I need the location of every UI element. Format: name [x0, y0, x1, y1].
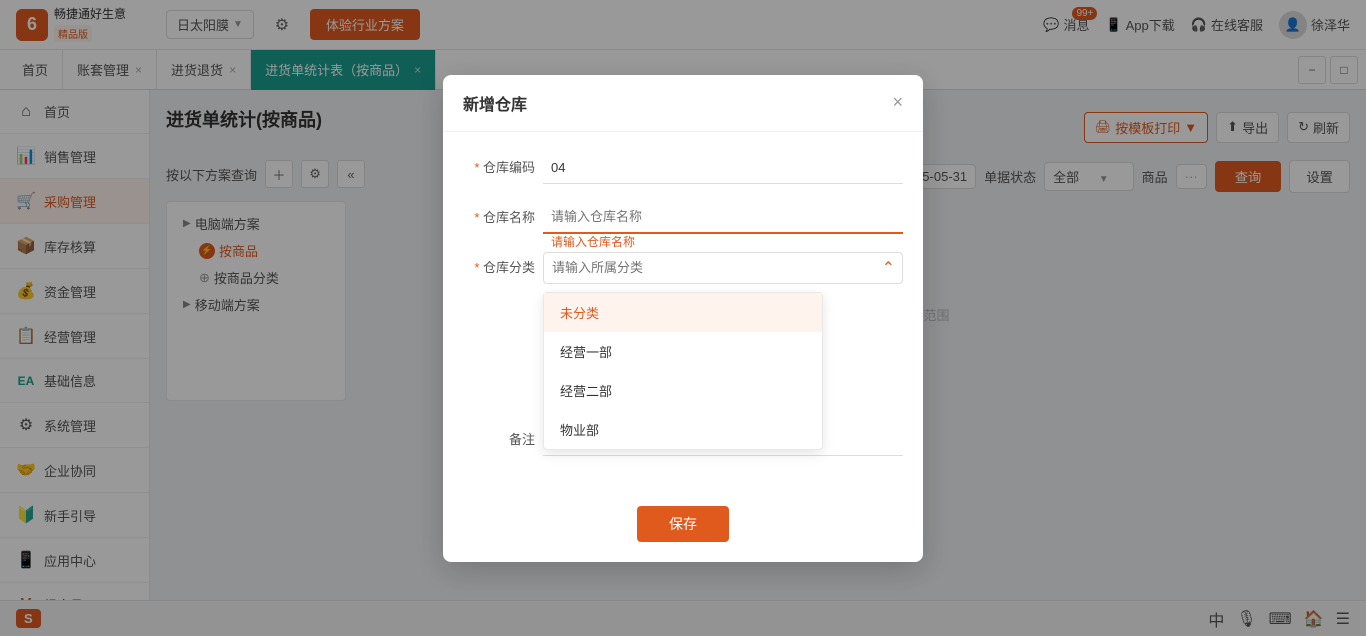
category-field-row: 仓库分类 ⌃ 未分类 经营一部 经营二部 物业部 [463, 252, 903, 284]
modal-close-icon[interactable]: × [892, 92, 903, 113]
name-input[interactable] [543, 202, 903, 234]
save-button[interactable]: 保存 [637, 506, 729, 542]
code-field-row: 仓库编码 [463, 152, 903, 184]
dropdown-item-property[interactable]: 物业部 [544, 410, 822, 449]
notes-label: 备注 [463, 424, 543, 456]
dropdown-item-uncategorized[interactable]: 未分类 [544, 293, 822, 332]
modal-title: 新增仓库 [463, 91, 527, 115]
dropdown-item-operations2[interactable]: 经营二部 [544, 371, 822, 410]
name-error-msg: 请输入仓库名称 [551, 233, 635, 250]
name-label: 仓库名称 [463, 202, 543, 234]
dropdown-item-operations1[interactable]: 经营一部 [544, 332, 822, 371]
modal-header: 新增仓库 × [443, 75, 923, 132]
modal-overlay[interactable]: 新增仓库 × 仓库编码 仓库名称 请输入仓库名称 仓库分类 [0, 0, 1366, 636]
modal-footer: 保存 [443, 494, 923, 562]
category-dropdown: 未分类 经营一部 经营二部 物业部 [543, 292, 823, 450]
code-input[interactable] [543, 152, 903, 184]
category-label: 仓库分类 [463, 252, 543, 284]
name-field-row: 仓库名称 请输入仓库名称 [463, 202, 903, 234]
modal-body: 仓库编码 仓库名称 请输入仓库名称 仓库分类 ⌃ [443, 132, 923, 494]
add-warehouse-modal: 新增仓库 × 仓库编码 仓库名称 请输入仓库名称 仓库分类 [443, 75, 923, 562]
category-select-wrap: ⌃ [543, 252, 903, 284]
category-input[interactable] [543, 252, 903, 284]
code-label: 仓库编码 [463, 152, 543, 184]
